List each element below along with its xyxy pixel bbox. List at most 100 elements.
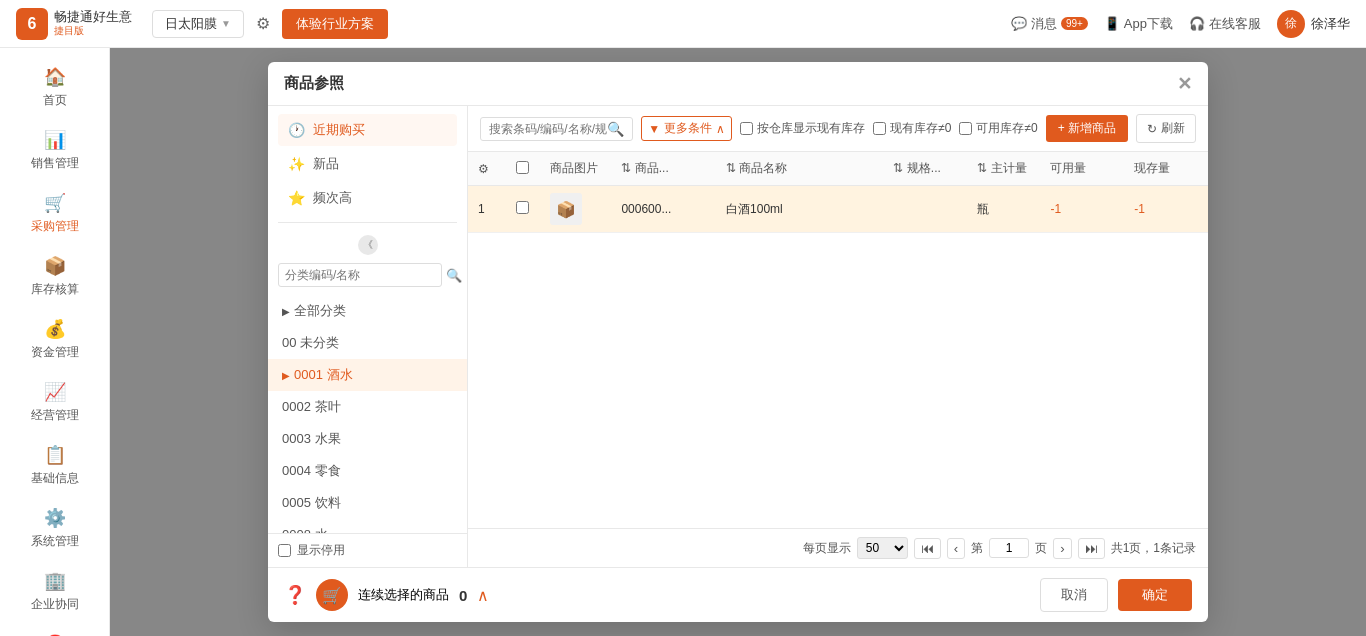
right-toolbar: 🔍 ▼ 更多条件 ∧ 按仓库显示现有库存 — [468, 106, 1208, 152]
phone-icon: 📱 — [1104, 16, 1120, 31]
tab-recent-label: 近期购买 — [313, 121, 365, 139]
sidebar-item-system[interactable]: ⚙️ 系统管理 — [0, 497, 109, 560]
col-img: 商品图片 — [540, 152, 611, 186]
tab-frequent[interactable]: ⭐ 频次高 — [278, 182, 457, 214]
sidebar-item-purchase[interactable]: 🛒 采购管理 — [0, 182, 109, 245]
last-page-button[interactable]: ⏭ — [1078, 538, 1105, 559]
confirm-button[interactable]: 确定 — [1118, 579, 1192, 611]
sidebar-item-enterprise[interactable]: 🏢 企业协同 — [0, 560, 109, 623]
col-name[interactable]: ⇅ 商品名称 — [716, 152, 883, 186]
category-label-0003: 0003 水果 — [282, 430, 341, 448]
logo-text: 畅捷通好生意 捷目版 — [54, 9, 132, 39]
app-label: App下载 — [1124, 15, 1173, 33]
usable-checkbox[interactable] — [959, 122, 972, 135]
store-selector[interactable]: 日太阳膜 ▼ — [152, 10, 244, 38]
cell-checkbox[interactable] — [506, 186, 541, 233]
sidebar-item-inventory[interactable]: 📦 库存核算 — [0, 245, 109, 308]
sidebar-item-home[interactable]: 🏠 首页 — [0, 56, 109, 119]
sidebar-item-guide[interactable]: 🎯 新手引导 — [0, 623, 109, 636]
category-item-0004[interactable]: 0004 零食 — [268, 455, 467, 487]
table-row[interactable]: 1 📦 000600... 白酒100ml 瓶 — [468, 186, 1208, 233]
page-input[interactable] — [989, 538, 1029, 558]
sort-icon-spec: ⇅ — [893, 161, 903, 175]
refresh-button[interactable]: ↻ 刷新 — [1136, 114, 1196, 143]
category-item-0001[interactable]: ▶ 0001 酒水 — [268, 359, 467, 391]
sort-icon: ⇅ — [621, 161, 631, 175]
sidebar-label-basic: 基础信息 — [31, 470, 79, 487]
sidebar-item-finance[interactable]: 💰 资金管理 — [0, 308, 109, 371]
category-item-0003[interactable]: 0003 水果 — [268, 423, 467, 455]
category-label-0004: 0004 零食 — [282, 462, 341, 480]
category-label-0002: 0002 茶叶 — [282, 398, 341, 416]
warehouse-checkbox[interactable] — [740, 122, 753, 135]
sidebar-item-sales[interactable]: 📊 销售管理 — [0, 119, 109, 182]
gear-icon[interactable]: ⚙ — [252, 10, 274, 37]
service-button[interactable]: 🎧 在线客服 — [1189, 15, 1261, 33]
headset-icon: 🎧 — [1189, 16, 1205, 31]
tab-recent[interactable]: 🕐 近期购买 — [278, 114, 457, 146]
search-icon[interactable]: 🔍 — [607, 121, 624, 137]
user-menu[interactable]: 徐 徐泽华 — [1277, 10, 1350, 38]
cart-button[interactable]: 🛒 — [316, 579, 348, 611]
sidebar-item-basic[interactable]: 📋 基础信息 — [0, 434, 109, 497]
help-icon[interactable]: ❓ — [284, 584, 306, 606]
filter-arrow-icon: ∧ — [716, 122, 725, 136]
category-search-icon[interactable]: 🔍 — [446, 268, 462, 283]
show-disabled-checkbox[interactable] — [278, 544, 291, 557]
col-settings[interactable]: ⚙ — [468, 152, 506, 186]
right-panel: 🔍 ▼ 更多条件 ∧ 按仓库显示现有库存 — [468, 106, 1208, 567]
page-text2: 页 — [1035, 540, 1047, 557]
logo-icon: 6 — [16, 8, 48, 40]
search-input[interactable] — [489, 122, 607, 136]
col-checkbox — [506, 152, 541, 186]
category-item-0002[interactable]: 0002 茶叶 — [268, 391, 467, 423]
refresh-icon: ↻ — [1147, 122, 1157, 136]
checkbox-warehouse[interactable]: 按仓库显示现有库存 — [740, 120, 865, 137]
category-search-input[interactable] — [278, 263, 442, 287]
add-product-button[interactable]: + 新增商品 — [1046, 115, 1128, 142]
modal-close-button[interactable]: ✕ — [1177, 75, 1192, 93]
first-page-button[interactable]: ⏮ — [914, 538, 941, 559]
collapse-footer-icon[interactable]: ∧ — [477, 586, 489, 605]
sidebar: 🏠 首页 📊 销售管理 🛒 采购管理 📦 库存核算 💰 资金管理 📈 经营管理 … — [0, 48, 110, 636]
cell-name: 白酒100ml — [716, 186, 883, 233]
app-download-button[interactable]: 📱 App下载 — [1104, 15, 1173, 33]
page-size-select[interactable]: 50 20 100 — [857, 537, 908, 559]
recent-icon: 🕐 — [288, 122, 305, 138]
tab-frequent-label: 频次高 — [313, 189, 352, 207]
col-unit[interactable]: ⇅ 主计量 — [967, 152, 1040, 186]
cancel-button[interactable]: 取消 — [1040, 578, 1108, 612]
sidebar-item-operations[interactable]: 📈 经营管理 — [0, 371, 109, 434]
category-item-0008[interactable]: 0008 水 — [268, 519, 467, 533]
category-item-00[interactable]: 00 未分类 — [268, 327, 467, 359]
cell-available: -1 — [1040, 186, 1124, 233]
page-size-label: 每页显示 — [803, 540, 851, 557]
category-item-all[interactable]: ▶ 全部分类 — [268, 295, 467, 327]
tab-new[interactable]: ✨ 新品 — [278, 148, 457, 180]
col-spec[interactable]: ⇅ 规格... — [883, 152, 967, 186]
product-table: ⚙ 商品图片 ⇅ 商品... — [468, 152, 1208, 233]
next-page-button[interactable]: › — [1053, 538, 1071, 559]
service-label: 在线客服 — [1209, 15, 1261, 33]
frequent-icon: ⭐ — [288, 190, 305, 206]
messages-badge: 99+ — [1061, 17, 1088, 30]
row-checkbox[interactable] — [516, 201, 529, 214]
col-stock: 现存量 — [1124, 152, 1208, 186]
checkbox-available[interactable]: 现有库存≠0 — [873, 120, 951, 137]
checkbox-usable[interactable]: 可用库存≠0 — [959, 120, 1037, 137]
message-icon: 💬 — [1011, 16, 1027, 31]
select-all-checkbox[interactable] — [516, 161, 529, 174]
modal-header: 商品参照 ✕ — [268, 62, 1208, 106]
collapse-button[interactable]: 《 — [358, 235, 378, 255]
category-label-all: 全部分类 — [294, 302, 346, 320]
messages-button[interactable]: 💬 消息 99+ — [1011, 15, 1088, 33]
new-icon: ✨ — [288, 156, 305, 172]
category-item-0005[interactable]: 0005 饮料 — [268, 487, 467, 519]
system-icon: ⚙️ — [44, 507, 66, 529]
available-checkbox[interactable] — [873, 122, 886, 135]
prev-page-button[interactable]: ‹ — [947, 538, 965, 559]
col-code[interactable]: ⇅ 商品... — [611, 152, 716, 186]
sidebar-label-system: 系统管理 — [31, 533, 79, 550]
cta-button[interactable]: 体验行业方案 — [282, 9, 388, 39]
filter-button[interactable]: ▼ 更多条件 ∧ — [641, 116, 732, 141]
